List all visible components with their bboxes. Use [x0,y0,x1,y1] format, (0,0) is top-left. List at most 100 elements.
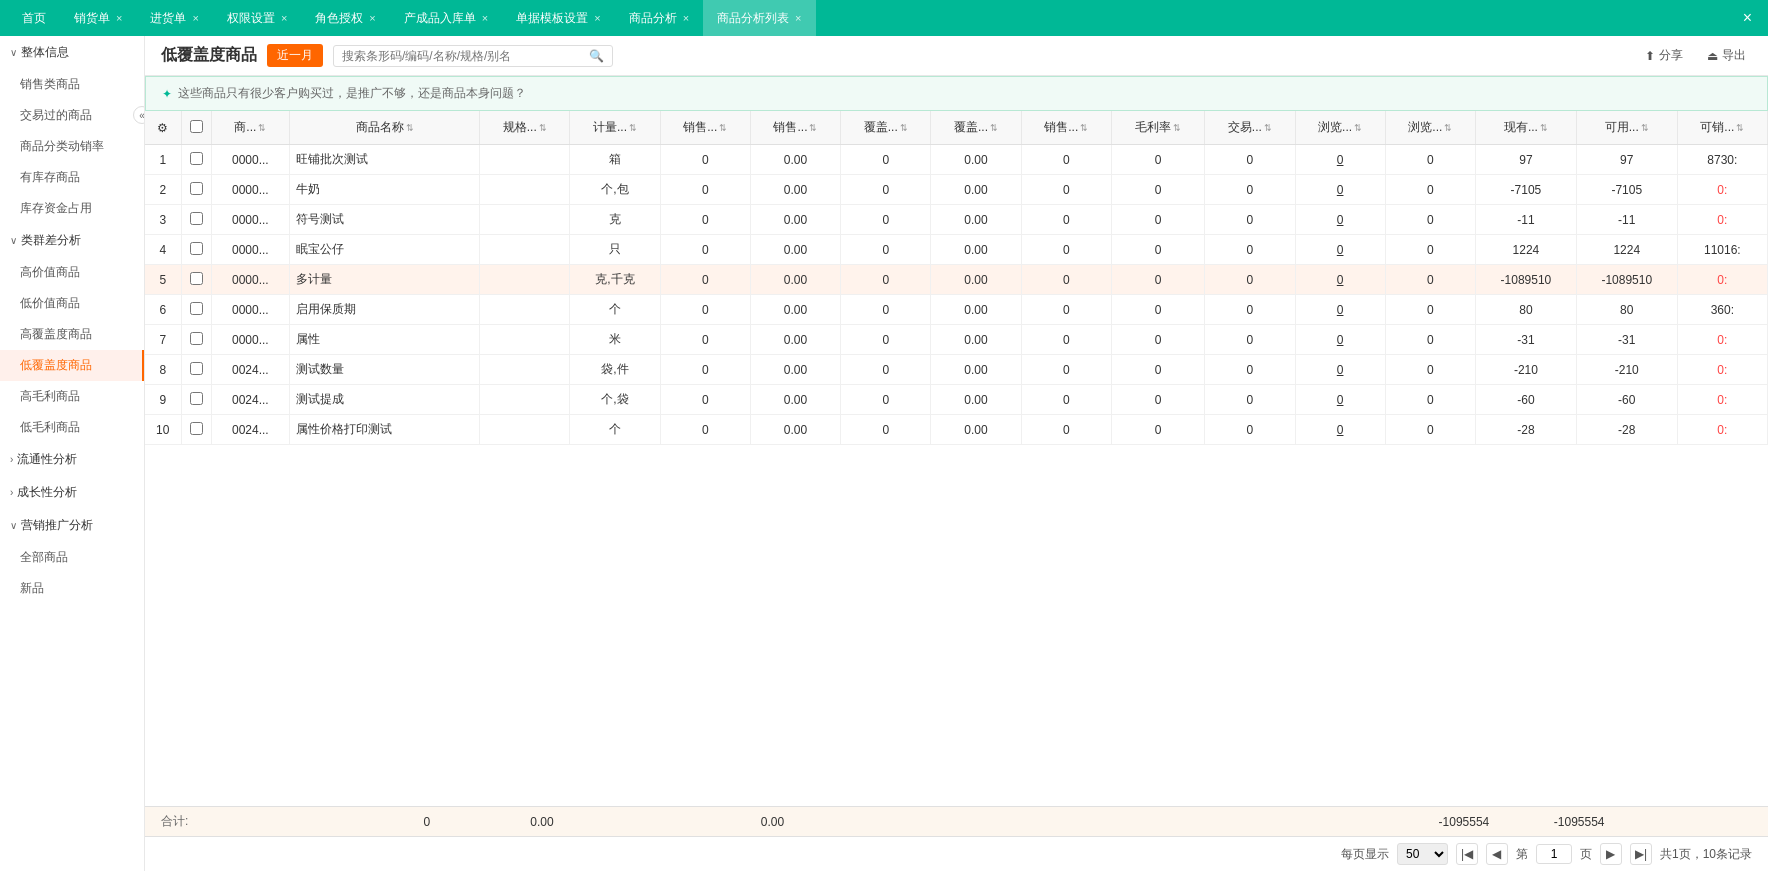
nav-tab-production[interactable]: 产成品入库单 × [390,0,502,36]
row-browse1[interactable]: 0 [1295,385,1385,415]
sidebar-item-category-rate[interactable]: 商品分类动销率 [0,131,144,162]
close-icon[interactable]: × [795,12,801,24]
row-checkbox[interactable] [190,332,203,345]
sidebar-section-growth[interactable]: › 成长性分析 [0,476,144,509]
sidebar-item-high-coverage[interactable]: 高覆盖度商品 [0,319,144,350]
last-page-button[interactable]: ▶| [1630,843,1652,865]
row-checkbox-cell[interactable] [181,235,211,265]
row-browse1[interactable]: 0 [1295,265,1385,295]
share-button[interactable]: ⬆ 分享 [1639,44,1689,67]
row-checkbox[interactable] [190,362,203,375]
sidebar-item-sales-goods[interactable]: 销售类商品 [0,69,144,100]
row-browse1[interactable]: 0 [1295,205,1385,235]
sidebar-item-low-value[interactable]: 低价值商品 [0,288,144,319]
close-icon[interactable]: × [116,12,122,24]
row-checkbox[interactable] [190,152,203,165]
prev-page-button[interactable]: ◀ [1486,843,1508,865]
row-checkbox-cell[interactable] [181,205,211,235]
first-page-button[interactable]: |◀ [1456,843,1478,865]
sidebar-item-low-coverage[interactable]: 低覆盖度商品 [0,350,144,381]
row-checkbox[interactable] [190,242,203,255]
page-number-input[interactable] [1536,844,1572,864]
row-checkbox-cell[interactable] [181,355,211,385]
row-checkbox[interactable] [190,182,203,195]
table-header-row: ⚙ 商...⇅ 商品名称⇅ 规格...⇅ [145,111,1768,145]
row-name: 牛奶 [290,175,480,205]
search-icon[interactable]: 🔍 [589,49,604,63]
row-browse1[interactable]: 0 [1295,175,1385,205]
row-unit: 个,包 [570,175,660,205]
row-sales-amt: 0.00 [750,205,840,235]
close-icon[interactable]: × [281,12,287,24]
nav-tab-template[interactable]: 单据模板设置 × [502,0,614,36]
row-checkbox-cell[interactable] [181,295,211,325]
data-table: ⚙ 商...⇅ 商品名称⇅ 规格...⇅ [145,111,1768,445]
row-saleable: 0: [1677,205,1767,235]
row-current-stock: -28 [1476,415,1577,445]
sidebar-section-liquidity[interactable]: › 流通性分析 [0,443,144,476]
sidebar-item-in-stock[interactable]: 有库存商品 [0,162,144,193]
close-icon[interactable]: × [683,12,689,24]
nav-tab-purchase[interactable]: 进货单 × [136,0,212,36]
sidebar-section-marketing[interactable]: ∨ 营销推广分析 [0,509,144,542]
close-icon[interactable]: × [369,12,375,24]
row-checkbox[interactable] [190,272,203,285]
export-icon: ⏏ [1707,49,1718,63]
time-filter-button[interactable]: 近一月 [267,44,323,67]
row-browse2: 0 [1385,415,1475,445]
row-browse1[interactable]: 0 [1295,355,1385,385]
settings-icon[interactable]: ⚙ [157,121,168,135]
sidebar-item-traded-goods[interactable]: 交易过的商品 [0,100,144,131]
row-checkbox-cell[interactable] [181,415,211,445]
nav-tab-analysis[interactable]: 商品分析 × [615,0,703,36]
sidebar-item-high-margin[interactable]: 高毛利商品 [0,381,144,412]
row-browse1[interactable]: 0 [1295,295,1385,325]
export-button[interactable]: ⏏ 导出 [1701,44,1752,67]
row-current-stock: -1089510 [1476,265,1577,295]
row-checkbox-cell[interactable] [181,145,211,175]
row-saleable: 0: [1677,385,1767,415]
row-browse1[interactable]: 0 [1295,235,1385,265]
checkbox-col-header[interactable] [181,111,211,145]
nav-tab-sales[interactable]: 销货单 × [60,0,136,36]
sidebar-item-low-margin[interactable]: 低毛利商品 [0,412,144,443]
sidebar-item-all-goods[interactable]: 全部商品 [0,542,144,573]
row-transaction: 0 [1205,205,1295,235]
browse2-col-header: 浏览...⇅ [1385,111,1475,145]
row-browse1[interactable]: 0 [1295,325,1385,355]
row-browse1[interactable]: 0 [1295,145,1385,175]
next-page-button[interactable]: ▶ [1600,843,1622,865]
row-browse1[interactable]: 0 [1295,415,1385,445]
sidebar-item-stock-capital[interactable]: 库存资金占用 [0,193,144,224]
sidebar-item-high-value[interactable]: 高价值商品 [0,257,144,288]
row-num: 5 [145,265,181,295]
sidebar-item-new-goods[interactable]: 新品 [0,573,144,604]
close-icon[interactable]: × [482,12,488,24]
close-icon[interactable]: × [594,12,600,24]
row-checkbox-cell[interactable] [181,175,211,205]
nav-tab-roles[interactable]: 角色授权 × [301,0,389,36]
nav-tab-analysis-list[interactable]: 商品分析列表 × [703,0,815,36]
row-current-stock: -7105 [1476,175,1577,205]
row-checkbox[interactable] [190,302,203,315]
settings-col-header[interactable]: ⚙ [145,111,181,145]
search-input[interactable] [342,49,585,63]
row-checkbox-cell[interactable] [181,325,211,355]
nav-tab-permissions[interactable]: 权限设置 × [213,0,301,36]
sidebar-section-overall[interactable]: ∨ 整体信息 [0,36,144,69]
sidebar-section-cluster[interactable]: ∨ 类群差分析 [0,224,144,257]
sidebar-collapse-button[interactable]: « [133,106,145,124]
row-checkbox[interactable] [190,422,203,435]
row-checkbox[interactable] [190,392,203,405]
row-checkbox-cell[interactable] [181,385,211,415]
window-close-button[interactable]: × [1735,9,1760,27]
row-checkbox-cell[interactable] [181,265,211,295]
nav-tab-home[interactable]: 首页 [8,0,60,36]
select-all-checkbox[interactable] [190,120,203,133]
row-unit: 克,千克 [570,265,660,295]
row-checkbox[interactable] [190,212,203,225]
close-icon[interactable]: × [192,12,198,24]
per-page-select[interactable]: 50 20 100 [1397,843,1448,865]
row-code: 0024... [211,385,290,415]
row-name: 启用保质期 [290,295,480,325]
